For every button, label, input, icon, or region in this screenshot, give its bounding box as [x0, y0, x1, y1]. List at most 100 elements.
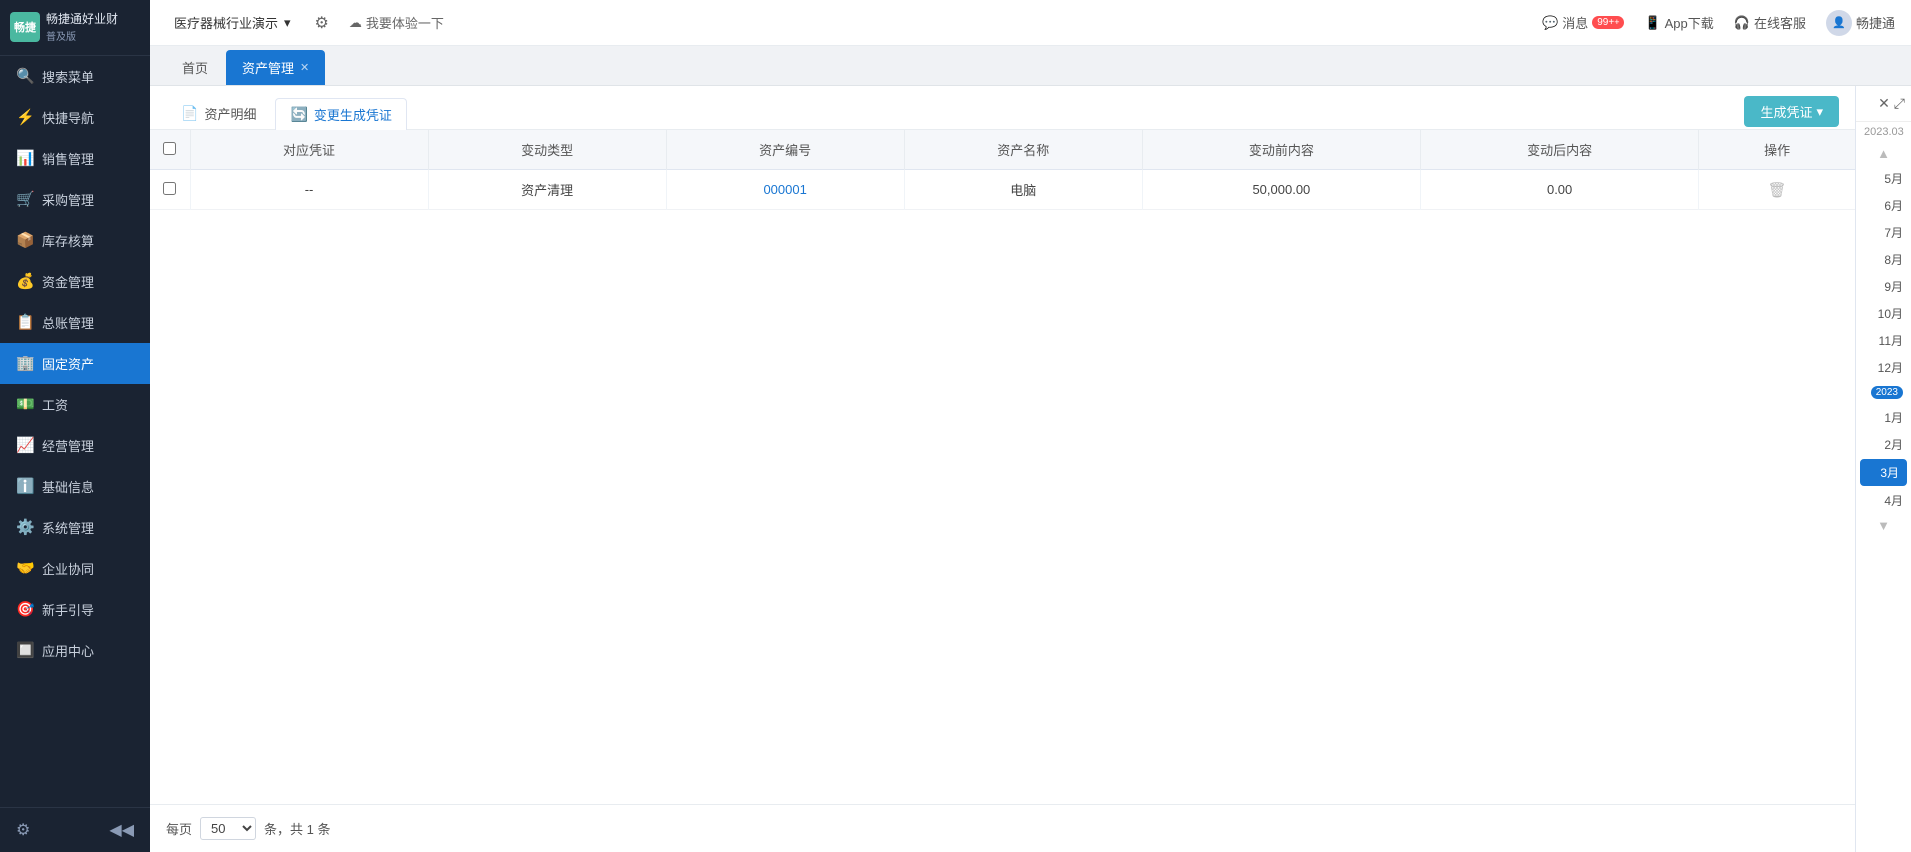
- sidebar-item-app-center[interactable]: 🔲 应用中心: [0, 630, 150, 671]
- avatar: 👤: [1826, 10, 1852, 36]
- sidebar-item-sales[interactable]: 📊 销售管理: [0, 138, 150, 179]
- sidebar-item-inventory[interactable]: 📦 库存核算: [0, 220, 150, 261]
- total-count: 条，共 1 条: [264, 819, 330, 838]
- date-month-5[interactable]: 5月: [1856, 165, 1911, 192]
- sidebar-item-search[interactable]: 🔍 搜索菜单: [0, 56, 150, 97]
- sidebar-item-quick-nav[interactable]: ⚡ 快捷导航: [0, 97, 150, 138]
- date-month-6[interactable]: 6月: [1856, 192, 1911, 219]
- sidebar-item-label: 系统管理: [42, 518, 94, 537]
- sidebar-bottom: ⚙ ◀◀: [0, 807, 150, 852]
- sidebar-logo: 畅捷 畅捷通好业财 普及版: [0, 0, 150, 56]
- voucher-col-header: 对应凭证: [190, 130, 428, 170]
- generate-btn-label: 生成凭证: [1760, 102, 1812, 121]
- settings-button[interactable]: ⚙: [311, 9, 333, 37]
- tab-assets[interactable]: 资产管理 ✕: [226, 50, 325, 85]
- basic-info-icon: ℹ️: [16, 477, 34, 495]
- content-area: 📄 资产明细 🔄 变更生成凭证 生成凭证 ▾: [150, 86, 1911, 852]
- sidebar-item-label: 总账管理: [42, 313, 94, 332]
- user-action[interactable]: 👤 畅捷通: [1826, 10, 1895, 36]
- sub-tab-change-voucher[interactable]: 🔄 变更生成凭证: [275, 98, 406, 130]
- sidebar-item-system[interactable]: ⚙️ 系统管理: [0, 507, 150, 548]
- settings-icon[interactable]: ⚙: [16, 820, 30, 840]
- row-asset-name-cell: 电脑: [904, 170, 1142, 210]
- sidebar-item-operations[interactable]: 📈 经营管理: [0, 425, 150, 466]
- right-date-panel: ✕ ⤢ 2023.03 ▲ 5月 6月 7月 8月 9月 10月 11月 12月…: [1855, 86, 1911, 852]
- row-asset-code-cell: 000001: [666, 170, 904, 210]
- asset-code-col-header: 资产编号: [666, 130, 904, 170]
- sidebar-item-purchase[interactable]: 🛒 采购管理: [0, 179, 150, 220]
- assets-table: 对应凭证 变动类型 资产编号 资产名称: [150, 130, 1855, 210]
- sidebar-item-label: 资金管理: [42, 272, 94, 291]
- close-panel-button[interactable]: ✕: [1878, 95, 1890, 112]
- scroll-down-button[interactable]: ▼: [1856, 514, 1911, 537]
- tab-close-icon[interactable]: ✕: [300, 61, 309, 74]
- tip-label: 我要体验一下: [366, 13, 444, 32]
- tab-home[interactable]: 首页: [166, 50, 224, 85]
- row-check-cell: [150, 170, 190, 210]
- date-month-11[interactable]: 11月: [1856, 327, 1911, 354]
- sidebar-item-label: 应用中心: [42, 641, 94, 660]
- sidebar-item-label: 经营管理: [42, 436, 94, 455]
- company-selector[interactable]: 医疗器械行业演示 ▾: [166, 9, 299, 36]
- online-support-action[interactable]: 🎧 在线客服: [1734, 13, 1806, 32]
- content-main: 📄 资产明细 🔄 变更生成凭证 生成凭证 ▾: [150, 86, 1855, 852]
- sales-icon: 📊: [16, 149, 34, 167]
- top-header: 医疗器械行业演示 ▾ ⚙ ☁ 我要体验一下 💬 消息 99++ 📱 App下载 …: [150, 0, 1911, 46]
- table-container: 对应凭证 变动类型 资产编号 资产名称: [150, 130, 1855, 804]
- date-month-12[interactable]: 12月: [1856, 354, 1911, 381]
- sidebar-nav: 🔍 搜索菜单 ⚡ 快捷导航 📊 销售管理 🛒 采购管理 📦 库存核算 💰 资金管…: [0, 56, 150, 807]
- date-month-2023-3[interactable]: 3月: [1860, 459, 1907, 486]
- sidebar-item-label: 固定资产: [42, 354, 94, 373]
- delete-row-button[interactable]: 🗑: [1768, 182, 1787, 199]
- sidebar-item-label: 企业协同: [42, 559, 94, 578]
- sub-tab-asset-detail[interactable]: 📄 资产明细: [166, 97, 271, 129]
- date-month-2023-4[interactable]: 4月: [1856, 487, 1911, 514]
- change-type-col-header: 变动类型: [428, 130, 666, 170]
- app-download-action[interactable]: 📱 App下载: [1644, 13, 1713, 32]
- date-month-2023-2[interactable]: 2月: [1856, 431, 1911, 458]
- row-voucher-cell: --: [190, 170, 428, 210]
- sidebar-item-fixed-assets[interactable]: 🏢 固定资产: [0, 343, 150, 384]
- phone-icon: 📱: [1644, 15, 1660, 31]
- experience-tip[interactable]: ☁ 我要体验一下: [349, 13, 444, 32]
- date-month-2023-1[interactable]: 1月: [1856, 404, 1911, 431]
- purchase-icon: 🛒: [16, 190, 34, 208]
- before-change-col-header: 变动前内容: [1142, 130, 1420, 170]
- asset-name-col-header: 资产名称: [904, 130, 1142, 170]
- inventory-icon: 📦: [16, 231, 34, 249]
- sidebar-item-guide[interactable]: 🎯 新手引导: [0, 589, 150, 630]
- collapse-icon[interactable]: ◀◀: [109, 820, 134, 840]
- tab-assets-label: 资产管理: [242, 58, 294, 77]
- row-checkbox[interactable]: [163, 182, 176, 195]
- asset-detail-icon: 📄: [181, 105, 198, 122]
- check-all-checkbox[interactable]: [163, 142, 176, 155]
- row-before-change-cell: 50,000.00: [1142, 170, 1420, 210]
- per-page-select[interactable]: 50 20 100: [200, 817, 256, 840]
- sidebar-item-basic-info[interactable]: ℹ️ 基础信息: [0, 466, 150, 507]
- scroll-up-button[interactable]: ▲: [1856, 142, 1911, 165]
- sidebar-item-label: 采购管理: [42, 190, 94, 209]
- date-month-9[interactable]: 9月: [1856, 273, 1911, 300]
- date-month-10[interactable]: 10月: [1856, 300, 1911, 327]
- sidebar: 畅捷 畅捷通好业财 普及版 🔍 搜索菜单 ⚡ 快捷导航 📊 销售管理 🛒 采购管…: [0, 0, 150, 852]
- date-month-8[interactable]: 8月: [1856, 246, 1911, 273]
- message-action[interactable]: 💬 消息 99++: [1542, 13, 1624, 32]
- expand-panel-button[interactable]: ⤢: [1894, 95, 1905, 112]
- sidebar-item-ledger[interactable]: 📋 总账管理: [0, 302, 150, 343]
- logo-subtitle: 普及版: [46, 28, 118, 43]
- company-name: 医疗器械行业演示: [174, 13, 278, 32]
- sidebar-item-label: 快捷导航: [42, 108, 94, 127]
- generate-voucher-button[interactable]: 生成凭证 ▾: [1744, 96, 1839, 127]
- sidebar-item-label: 基础信息: [42, 477, 94, 496]
- main-content: 医疗器械行业演示 ▾ ⚙ ☁ 我要体验一下 💬 消息 99++ 📱 App下载 …: [150, 0, 1911, 852]
- dropdown-icon: ▾: [284, 15, 291, 31]
- date-scroll: ▲ 5月 6月 7月 8月 9月 10月 11月 12月 2023 1月 2月 …: [1856, 142, 1911, 852]
- sub-tabs: 📄 资产明细 🔄 变更生成凭证: [166, 97, 407, 129]
- logo-title: 畅捷通好业财: [46, 12, 118, 28]
- date-month-7[interactable]: 7月: [1856, 219, 1911, 246]
- sidebar-item-enterprise[interactable]: 🤝 企业协同: [0, 548, 150, 589]
- sidebar-item-payroll[interactable]: 💵 工资: [0, 384, 150, 425]
- quick-nav-icon: ⚡: [16, 108, 34, 126]
- tab-bar: 首页 资产管理 ✕: [150, 46, 1911, 86]
- sidebar-item-funds[interactable]: 💰 资金管理: [0, 261, 150, 302]
